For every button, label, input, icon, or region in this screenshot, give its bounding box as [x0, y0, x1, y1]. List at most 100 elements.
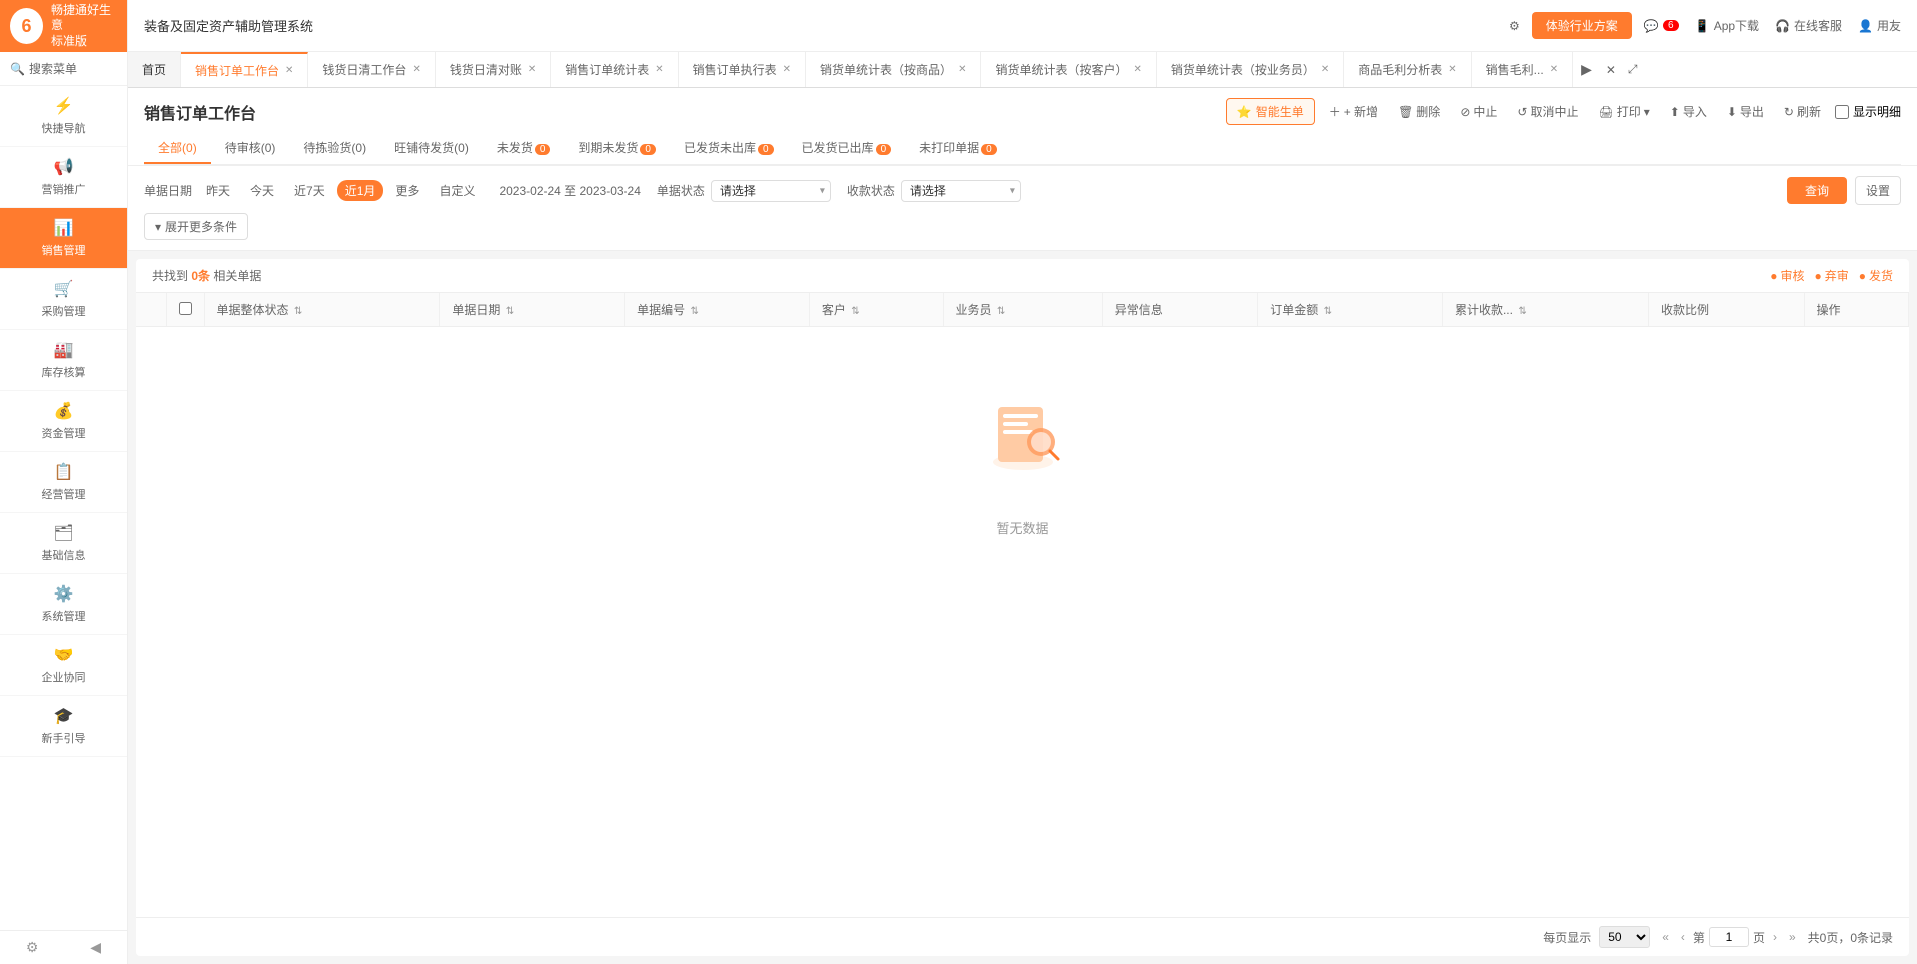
- add-btn[interactable]: ＋ + 新增: [1323, 99, 1384, 124]
- tab-close-salesman-stats[interactable]: ✕: [1321, 64, 1329, 75]
- sidebar-item-sales[interactable]: 📊 销售管理: [0, 208, 127, 269]
- tab-home[interactable]: 首页: [128, 52, 181, 88]
- last-page-btn[interactable]: »: [1785, 928, 1800, 946]
- tab-close-margin-analysis[interactable]: ✕: [1448, 64, 1456, 75]
- user-btn[interactable]: 👤 用友: [1858, 17, 1901, 34]
- sidebar-item-quick-nav[interactable]: ⚡ 快捷导航: [0, 86, 127, 147]
- tab-reconcile[interactable]: 钱货日清对账 ✕: [436, 52, 551, 88]
- tab-close-sales-stats[interactable]: ✕: [655, 64, 663, 75]
- cancel-stop-btn[interactable]: ↺ 取消中止: [1511, 99, 1584, 124]
- collapse-btn[interactable]: ◀: [90, 939, 101, 956]
- tab-close-reconcile[interactable]: ✕: [528, 64, 536, 75]
- th-amount[interactable]: 订单金额 ⇅: [1258, 293, 1443, 327]
- tab-cash-daily[interactable]: 钱货日清工作台 ✕: [308, 52, 435, 88]
- page-input[interactable]: [1709, 927, 1749, 947]
- basic-info-icon: 🗂: [53, 523, 73, 543]
- message-btn[interactable]: 💬 6: [1644, 19, 1679, 33]
- sales-icon: 📊: [54, 218, 74, 238]
- filter-tab-shop-pending[interactable]: 旺铺待发货(0): [380, 133, 483, 164]
- online-service-btn[interactable]: 🎧 在线客服: [1775, 17, 1842, 34]
- import-btn[interactable]: ⬆ 导入: [1664, 99, 1713, 124]
- approve-btn[interactable]: ● 审核: [1770, 267, 1804, 284]
- service-icon: 🎧: [1775, 19, 1790, 33]
- tab-maximize-btn[interactable]: ⤢: [1622, 62, 1644, 77]
- quick-yesterday[interactable]: 昨天: [198, 180, 238, 201]
- sidebar-bottom: ⚙ ◀: [0, 930, 127, 964]
- sidebar-item-basic-info[interactable]: 🗂 基础信息: [0, 513, 127, 574]
- query-button[interactable]: 查询: [1787, 177, 1847, 204]
- filter-tab-pending-review[interactable]: 待审核(0): [211, 133, 290, 164]
- page-size-select[interactable]: 20 50 100: [1599, 926, 1650, 948]
- sidebar-item-inventory[interactable]: 🏭 库存核算: [0, 330, 127, 391]
- quick-today[interactable]: 今天: [242, 180, 282, 201]
- tab-close-sales[interactable]: ✕: [285, 65, 293, 76]
- th-date[interactable]: 单据日期 ⇅: [440, 293, 625, 327]
- quick-7days[interactable]: 近7天: [286, 180, 333, 201]
- ship-btn[interactable]: ● 发货: [1859, 267, 1893, 284]
- filter-tab-expired-not-shipped[interactable]: 到期未发货0: [564, 133, 670, 164]
- filter-tab-not-printed[interactable]: 未打印单据0: [905, 133, 1011, 164]
- delete-btn[interactable]: 🗑 删除: [1392, 99, 1446, 124]
- tab-sales-exec[interactable]: 销售订单执行表 ✕: [679, 52, 806, 88]
- quick-1month[interactable]: 近1月: [337, 180, 384, 201]
- tab-close-customer-stats[interactable]: ✕: [1133, 64, 1141, 75]
- sidebar-item-cooperation[interactable]: 🤝 企业协同: [0, 635, 127, 696]
- stop-btn[interactable]: ⊘ 中止: [1454, 99, 1503, 124]
- select-all-checkbox[interactable]: [179, 302, 192, 315]
- filter-tab-not-shipped[interactable]: 未发货0: [483, 133, 565, 164]
- tab-close-all-btn[interactable]: ✕: [1600, 63, 1622, 77]
- tab-margin-analysis[interactable]: 商品毛利分析表 ✕: [1344, 52, 1471, 88]
- tab-close-goods-stats[interactable]: ✕: [958, 64, 966, 75]
- tab-sales-workbench[interactable]: 销售订单工作台 ✕: [181, 52, 308, 88]
- tab-salesman-stats[interactable]: 销货单统计表（按业务员） ✕: [1157, 52, 1344, 88]
- tab-close-sales-exec[interactable]: ✕: [783, 64, 791, 75]
- tab-close-sales-margin[interactable]: ✕: [1550, 64, 1558, 75]
- sort-icon-date: ⇅: [506, 306, 514, 317]
- sidebar-item-guide[interactable]: 🎓 新手引导: [0, 696, 127, 757]
- trial-button[interactable]: 体验行业方案: [1532, 12, 1632, 39]
- th-number[interactable]: 单据编号 ⇅: [625, 293, 810, 327]
- filter-tab-shipped-out[interactable]: 已发货已出库0: [788, 133, 906, 164]
- ai-btn[interactable]: ⭐ 智能生单: [1226, 98, 1315, 125]
- settings-bottom-btn[interactable]: ⚙: [26, 939, 39, 956]
- next-page-btn[interactable]: ›: [1769, 928, 1781, 946]
- sidebar-item-system[interactable]: ⚙️ 系统管理: [0, 574, 127, 635]
- tab-goods-stats[interactable]: 销货单统计表（按商品） ✕: [806, 52, 981, 88]
- show-detail-checkbox[interactable]: [1835, 105, 1849, 119]
- setting-button[interactable]: 设置: [1855, 176, 1901, 205]
- th-salesman[interactable]: 业务员 ⇅: [943, 293, 1102, 327]
- quick-more[interactable]: 更多: [387, 180, 427, 201]
- system-icon: ⚙️: [54, 584, 74, 604]
- th-customer[interactable]: 客户 ⇅: [809, 293, 943, 327]
- status-select[interactable]: 请选择: [711, 180, 831, 202]
- print-btn[interactable]: 🖨 打印 ▾: [1592, 99, 1655, 124]
- tab-more-btn[interactable]: ▶: [1573, 61, 1600, 78]
- th-collected[interactable]: 累计收款... ⇅: [1442, 293, 1648, 327]
- revoke-btn[interactable]: ● 弃审: [1814, 267, 1848, 284]
- app-download-btn[interactable]: 📱 App下载: [1695, 17, 1759, 34]
- prev-page-btn[interactable]: ‹: [1677, 928, 1689, 946]
- filter-tab-shipped-not-out[interactable]: 已发货未出库0: [670, 133, 788, 164]
- sidebar-item-operation[interactable]: 📋 经营管理: [0, 452, 127, 513]
- sidebar-item-finance[interactable]: 💰 资金管理: [0, 391, 127, 452]
- first-page-btn[interactable]: «: [1658, 928, 1673, 946]
- search-icon: 🔍: [10, 62, 25, 76]
- quick-custom[interactable]: 自定义: [431, 180, 483, 201]
- th-status[interactable]: 单据整体状态 ⇅: [204, 293, 440, 327]
- sidebar-item-purchase[interactable]: 🛒 采购管理: [0, 269, 127, 330]
- tab-customer-stats[interactable]: 销货单统计表（按客户） ✕: [981, 52, 1156, 88]
- filter-tab-pending-inspect[interactable]: 待拣验货(0): [289, 133, 380, 164]
- export-btn[interactable]: ⬇ 导出: [1721, 99, 1770, 124]
- topbar: 装备及固定资产辅助管理系统 ⚙ 体验行业方案 💬 6 📱 App下载 🎧 在线客…: [128, 0, 1917, 52]
- settings-icon[interactable]: ⚙: [1509, 19, 1520, 33]
- payment-select[interactable]: 请选择: [901, 180, 1021, 202]
- filter-tab-all[interactable]: 全部(0): [144, 133, 211, 164]
- refresh-btn[interactable]: ↻ 刷新: [1778, 99, 1827, 124]
- tab-sales-stats[interactable]: 销售订单统计表 ✕: [551, 52, 678, 88]
- approve-icon: ●: [1770, 269, 1777, 283]
- tab-close-cash-daily[interactable]: ✕: [412, 64, 420, 75]
- tab-sales-margin[interactable]: 销售毛利... ✕: [1472, 52, 1573, 88]
- sidebar-search-btn[interactable]: 🔍 搜索菜单: [0, 52, 127, 86]
- expand-filter-btn[interactable]: ▾ 展开更多条件: [144, 213, 248, 240]
- sidebar-item-marketing[interactable]: 📢 营销推广: [0, 147, 127, 208]
